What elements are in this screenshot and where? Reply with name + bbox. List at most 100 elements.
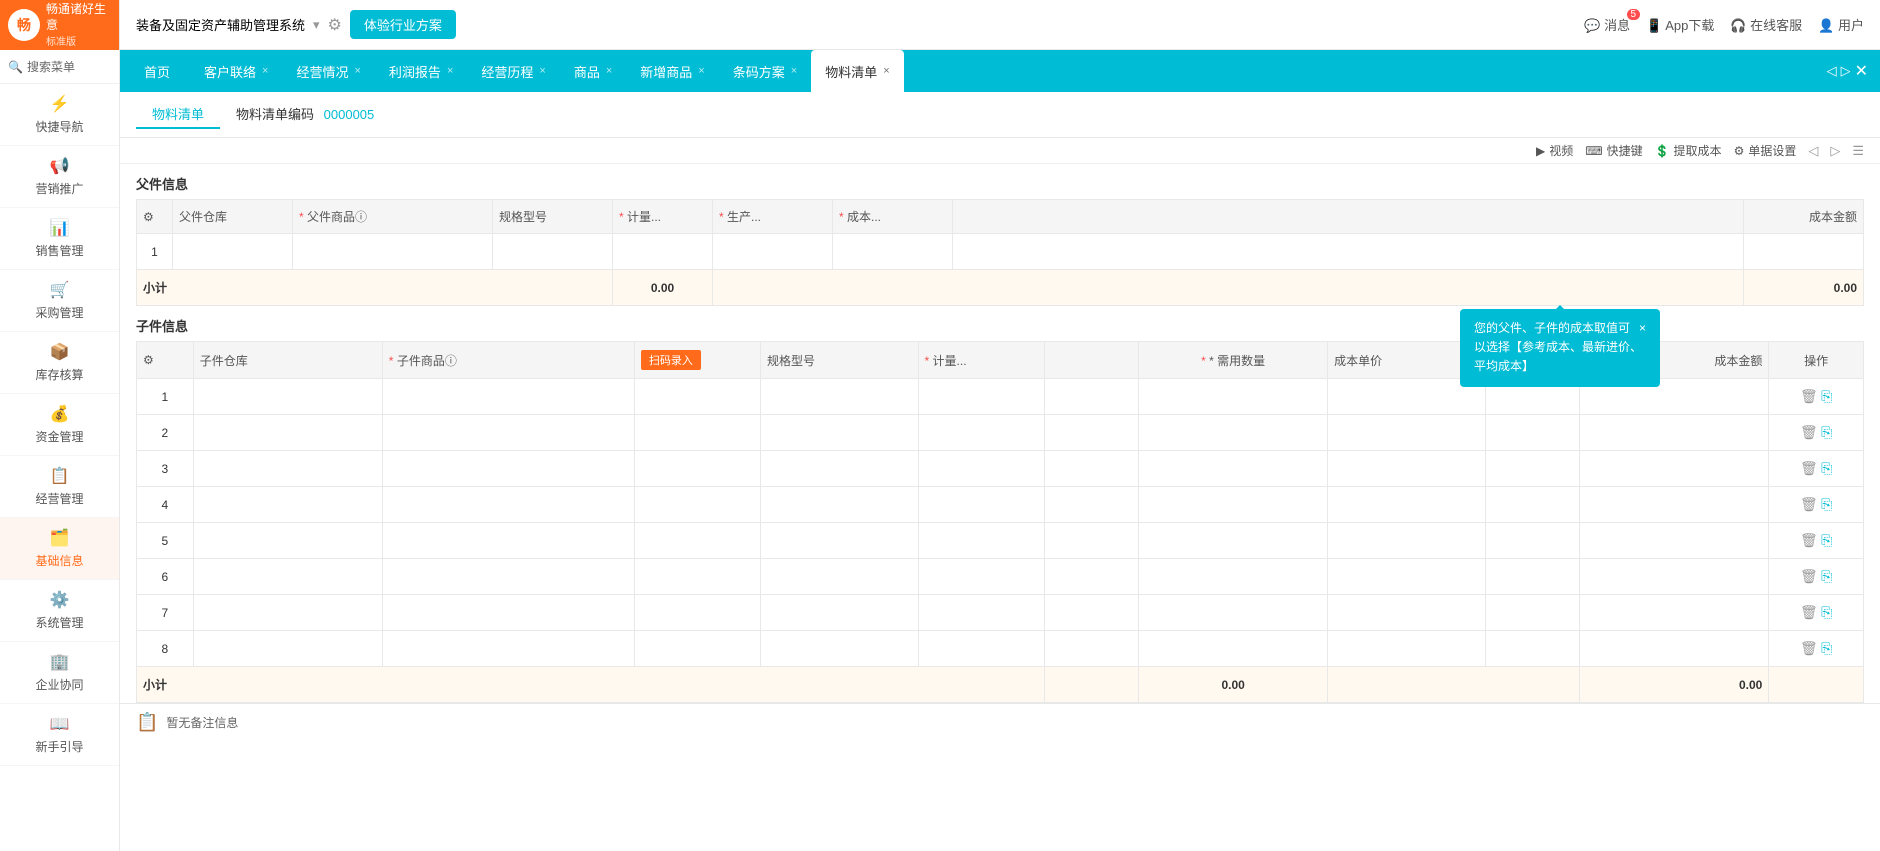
- child-col-settings[interactable]: ⚙: [137, 342, 194, 379]
- tab-nav-prev[interactable]: ◁: [1827, 63, 1837, 79]
- tab-bom[interactable]: 物料清单 ×: [811, 50, 903, 92]
- search-menu-item[interactable]: 🔍 搜索菜单: [0, 50, 119, 84]
- copy-row-5-btn[interactable]: ⎘: [1821, 532, 1832, 549]
- single-settings-btn[interactable]: ⚙ 单据设置: [1734, 142, 1797, 159]
- delete-row-8-btn[interactable]: 🗑: [1800, 640, 1818, 657]
- parent-row-1-spec[interactable]: [493, 234, 613, 270]
- copy-row-6-btn[interactable]: ⎘: [1821, 568, 1832, 585]
- sidebar-item-basic-info[interactable]: 🗂️ 基础信息: [0, 518, 119, 580]
- sidebar-item-operations[interactable]: 📋 经营管理: [0, 456, 119, 518]
- sidebar-item-marketing[interactable]: 📢 营销推广: [0, 146, 119, 208]
- sub-tabs: 物料清单 物料清单编码 0000005: [120, 92, 1880, 138]
- toolbar-menu-icon[interactable]: ☰: [1852, 143, 1864, 159]
- app-download-btn[interactable]: 📱 App下载: [1646, 15, 1714, 34]
- child-row-3-qty[interactable]: [1139, 451, 1328, 487]
- child-row-1-product[interactable]: [382, 379, 634, 415]
- guide-label: 新手引导: [35, 738, 83, 755]
- sidebar-item-guide[interactable]: 📖 新手引导: [0, 704, 119, 766]
- sidebar-item-quick-nav[interactable]: ⚡ 快捷导航: [0, 84, 119, 146]
- sidebar-item-system[interactable]: ⚙️ 系统管理: [0, 580, 119, 642]
- tab-operations-close[interactable]: ×: [354, 65, 360, 77]
- tab-profit-close[interactable]: ×: [447, 65, 453, 77]
- child-row-2-spec[interactable]: [760, 415, 918, 451]
- shortcut-btn[interactable]: ⌨ 快捷键: [1585, 142, 1642, 159]
- copy-row-7-btn[interactable]: ⎘: [1821, 604, 1832, 621]
- copy-row-4-btn[interactable]: ⎘: [1821, 496, 1832, 513]
- child-row-1-qty[interactable]: [1139, 379, 1328, 415]
- parent-row-1-product[interactable]: [293, 234, 493, 270]
- tab-new-product[interactable]: 新增商品 ×: [626, 50, 718, 92]
- delete-row-5-btn[interactable]: 🗑: [1800, 532, 1818, 549]
- tab-nav-next[interactable]: ▷: [1841, 63, 1851, 79]
- child-row-3-product[interactable]: [382, 451, 634, 487]
- delete-row-7-btn[interactable]: 🗑: [1800, 604, 1818, 621]
- trial-btn[interactable]: 体验行业方案: [350, 10, 456, 39]
- tab-bom-label: 物料清单: [825, 62, 877, 81]
- parent-col-settings[interactable]: ⚙: [137, 200, 173, 234]
- online-service-btn[interactable]: 🎧 在线客服: [1730, 15, 1802, 34]
- tab-history-close[interactable]: ×: [539, 65, 545, 77]
- parent-row-1-produce[interactable]: [713, 234, 833, 270]
- child-row-2-action: 🗑 ⎘: [1769, 415, 1864, 451]
- sidebar-item-enterprise[interactable]: 🏢 企业协同: [0, 642, 119, 704]
- copy-row-2-btn[interactable]: ⎘: [1821, 424, 1832, 441]
- tab-barcode-close[interactable]: ×: [791, 65, 797, 77]
- tab-profit[interactable]: 利润报告 ×: [375, 50, 467, 92]
- child-row-3-warehouse[interactable]: [193, 451, 382, 487]
- parent-row-1-unit[interactable]: [613, 234, 713, 270]
- scan-btn[interactable]: 扫码录入: [641, 350, 701, 370]
- sidebar-item-finance[interactable]: 💰 资金管理: [0, 394, 119, 456]
- child-row-2-qty[interactable]: [1139, 415, 1328, 451]
- tab-products-close[interactable]: ×: [606, 65, 612, 77]
- parent-row-1-warehouse[interactable]: [173, 234, 293, 270]
- tab-customer[interactable]: 客户联络 ×: [190, 50, 282, 92]
- child-row-2-warehouse[interactable]: [193, 415, 382, 451]
- sub-tab-bom-code[interactable]: 物料清单编码 0000005: [220, 100, 390, 129]
- tab-close-all[interactable]: ✕: [1855, 61, 1868, 81]
- user-btn[interactable]: 👤 用户: [1818, 15, 1864, 34]
- copy-row-8-btn[interactable]: ⎘: [1821, 640, 1832, 657]
- delete-row-4-btn[interactable]: 🗑: [1800, 496, 1818, 513]
- child-row-1-warehouse[interactable]: [193, 379, 382, 415]
- tab-barcode[interactable]: 条码方案 ×: [719, 50, 811, 92]
- copy-row-1-btn[interactable]: ⎘: [1821, 388, 1832, 405]
- tooltip-close-btn[interactable]: ×: [1639, 319, 1646, 338]
- child-row-7-action: 🗑 ⎘: [1769, 595, 1864, 631]
- video-btn[interactable]: ▶ 视频: [1536, 142, 1573, 159]
- sidebar-item-sales[interactable]: 📊 销售管理: [0, 208, 119, 270]
- child-row-2-product[interactable]: [382, 415, 634, 451]
- tab-bom-close[interactable]: ×: [883, 65, 889, 77]
- tab-new-product-close[interactable]: ×: [698, 65, 704, 77]
- toolbar-nav-left[interactable]: ◁: [1808, 143, 1818, 159]
- tab-history[interactable]: 经营历程 ×: [467, 50, 559, 92]
- dropdown-icon[interactable]: ▾: [313, 17, 320, 33]
- delete-row-3-btn[interactable]: 🗑: [1800, 460, 1818, 477]
- message-btn[interactable]: 💬 5 消息: [1584, 15, 1630, 34]
- tab-home[interactable]: 首页: [124, 50, 190, 92]
- child-row-2-unit[interactable]: [918, 415, 1044, 451]
- delete-row-6-btn[interactable]: 🗑: [1800, 568, 1818, 585]
- sidebar-item-purchase[interactable]: 🛒 采购管理: [0, 270, 119, 332]
- parent-row-1-cost[interactable]: [833, 234, 953, 270]
- extract-cost-icon: 💲: [1655, 144, 1670, 158]
- child-row-3-unit[interactable]: [918, 451, 1044, 487]
- settings-icon[interactable]: ⚙: [328, 15, 342, 35]
- child-row-3-spec[interactable]: [760, 451, 918, 487]
- child-row-2-price[interactable]: [1328, 415, 1486, 451]
- extract-cost-btn[interactable]: 💲 提取成本: [1655, 142, 1722, 159]
- copy-row-3-btn[interactable]: ⎘: [1821, 460, 1832, 477]
- delete-row-2-btn[interactable]: 🗑: [1800, 424, 1818, 441]
- tab-home-label: 首页: [144, 62, 170, 81]
- tab-products[interactable]: 商品 ×: [560, 50, 626, 92]
- topbar-right: 💬 5 消息 📱 App下载 🎧 在线客服 👤 用户: [1584, 15, 1864, 34]
- child-row-1-unit[interactable]: [918, 379, 1044, 415]
- delete-row-1-btn[interactable]: 🗑: [1800, 388, 1818, 405]
- tab-customer-close[interactable]: ×: [262, 65, 268, 77]
- sidebar-item-inventory[interactable]: 📦 库存核算: [0, 332, 119, 394]
- toolbar-nav-right[interactable]: ▷: [1830, 143, 1840, 159]
- child-row-1-spec[interactable]: [760, 379, 918, 415]
- tab-operations[interactable]: 经营情况 ×: [282, 50, 374, 92]
- child-row-3-price[interactable]: [1328, 451, 1486, 487]
- message-icon: 💬: [1584, 18, 1600, 33]
- sub-tab-bom-list[interactable]: 物料清单: [136, 100, 220, 129]
